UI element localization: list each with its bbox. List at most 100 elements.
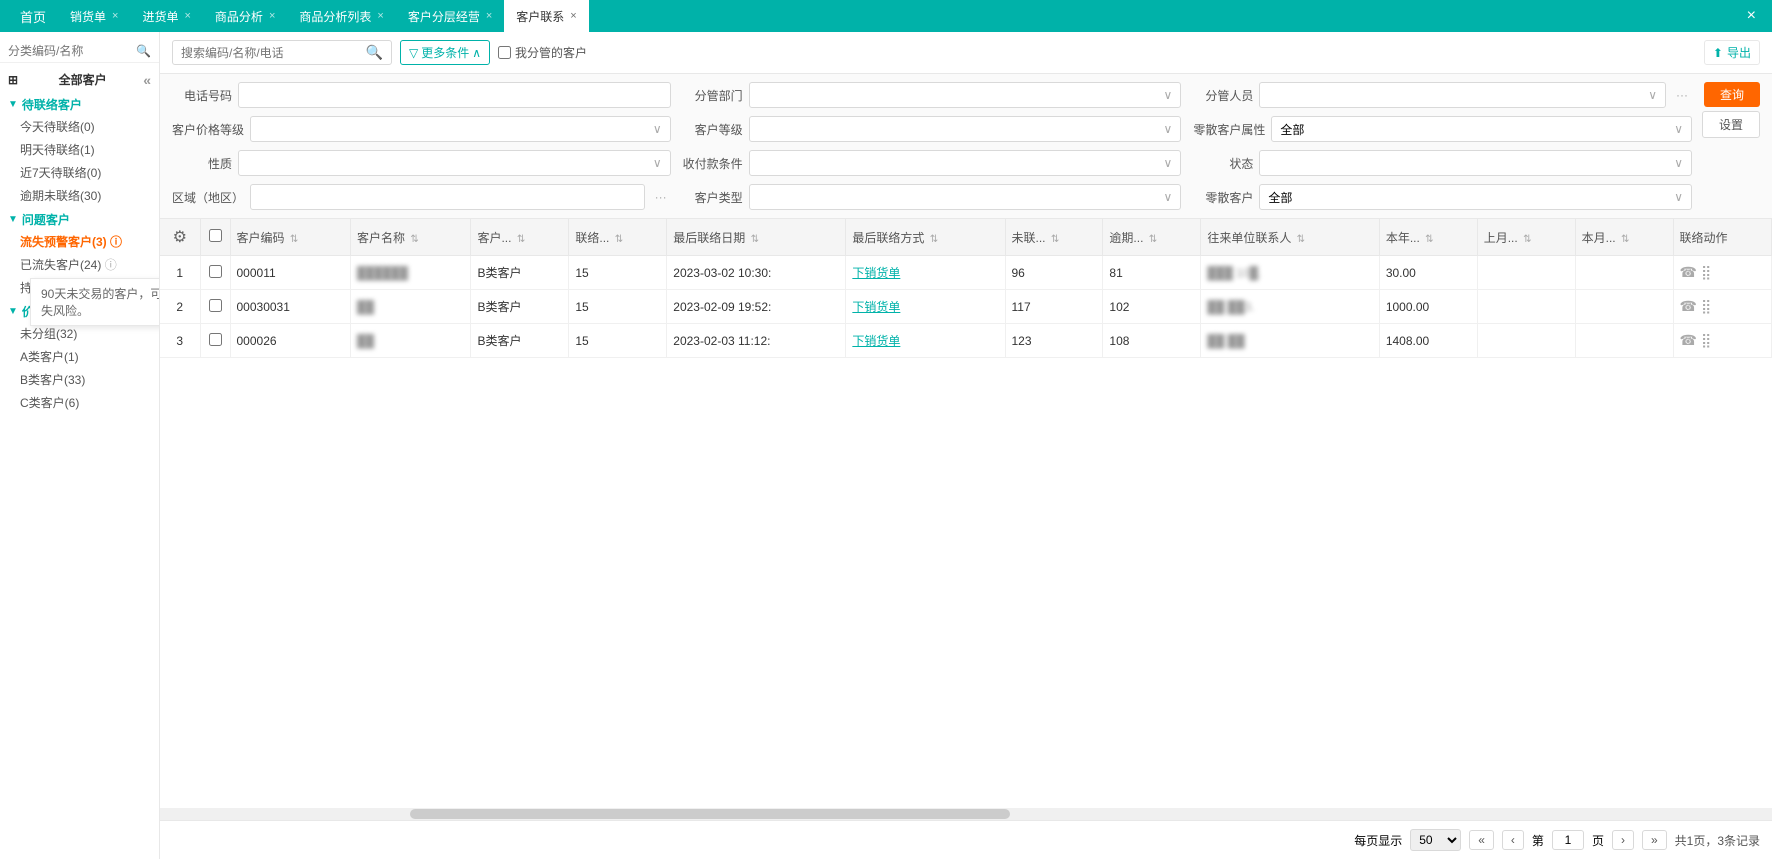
sidebar-all-customers[interactable]: ⊞ 全部客户 «	[0, 67, 159, 92]
sidebar-search-input[interactable]	[8, 44, 136, 58]
filter-nature: 性质 ∨	[172, 150, 671, 176]
close-tab-客户联系[interactable]: ×	[570, 10, 576, 22]
sort-icon-last-method[interactable]: ⇅	[930, 234, 938, 245]
filter-dots-region[interactable]: ···	[651, 190, 671, 204]
sort-icon-contact[interactable]: ⇅	[615, 234, 623, 245]
sort-icon-code[interactable]: ⇅	[290, 234, 298, 245]
filter-panel: 电话号码 分管部门 ∨ 分管人员	[160, 74, 1772, 219]
table-container: ⚙ 客户编码 ⇅ 客户名称 ⇅	[160, 219, 1772, 808]
filter-row-4: 区域（地区） ··· 客户类型 ∨ 零散客户	[172, 184, 1692, 210]
last-method-link[interactable]: 下销货单	[852, 266, 900, 280]
close-tab-销货单[interactable]: ×	[112, 10, 118, 22]
nav-tab-销货单[interactable]: 销货单 ×	[58, 0, 130, 32]
filter-select-nature[interactable]: ∨	[238, 150, 671, 176]
nav-tab-进货单[interactable]: 进货单 ×	[130, 0, 202, 32]
sort-icon-last-date[interactable]: ⇅	[751, 234, 759, 245]
close-tab-客户分层经营[interactable]: ×	[486, 10, 492, 22]
more-action-icon[interactable]: ⣿	[1701, 264, 1711, 281]
sidebar-item-B类客户[interactable]: B类客户(33)	[0, 368, 159, 391]
more-action-icon[interactable]: ⣿	[1701, 332, 1711, 349]
filter-select-price-level[interactable]: ∨	[250, 116, 671, 142]
page-size-select[interactable]: 50 20 100	[1410, 829, 1461, 851]
main-content: 🔍 ▽ 更多条件 ∧ 我分管的客户 ⬆ 导出	[160, 32, 1772, 859]
more-action-icon[interactable]: ⣿	[1701, 298, 1711, 315]
filter-select-retail-attr[interactable]: 全部 ∨	[1271, 116, 1692, 142]
select-all-checkbox[interactable]	[209, 229, 222, 242]
chevron-down-icon-5: ∨	[1674, 122, 1683, 136]
nav-tab-商品分析[interactable]: 商品分析 ×	[203, 0, 287, 32]
filter-select-customer-type[interactable]: ∨	[749, 184, 1182, 210]
main-layout: 🔍 ⊞ 全部客户 « ▼ 待联络客户 今天待联络(0) 明天待联络(1) 近7天…	[0, 32, 1772, 859]
sidebar-section-待联络客户[interactable]: ▼ 待联络客户	[0, 92, 159, 115]
my-customers-checkbox-wrap[interactable]: 我分管的客户	[498, 44, 587, 61]
nav-tab-客户联系[interactable]: 客户联系 ×	[504, 0, 588, 32]
filter-select-person[interactable]: ∨	[1259, 82, 1666, 108]
sidebar-search-icon[interactable]: 🔍	[136, 44, 151, 58]
close-tab-进货单[interactable]: ×	[184, 10, 190, 22]
row-last-method: 下销货单	[846, 290, 1005, 324]
filter-select-dept[interactable]: ∨	[749, 82, 1182, 108]
my-customers-checkbox[interactable]	[498, 46, 511, 59]
sidebar-item-逾期未联络[interactable]: 逾期未联络(30)	[0, 184, 159, 207]
nav-tab-商品分析列表[interactable]: 商品分析列表 ×	[287, 0, 395, 32]
sort-icon-current-month[interactable]: ⇅	[1621, 234, 1629, 245]
query-button[interactable]: 查询	[1704, 82, 1760, 107]
row-overdue: 102	[1103, 290, 1201, 324]
export-button[interactable]: ⬆ 导出	[1704, 40, 1760, 65]
row-code: 000026	[230, 324, 350, 358]
sidebar-item-近7天待联络[interactable]: 近7天待联络(0)	[0, 161, 159, 184]
table-settings-icon[interactable]: ⚙	[173, 229, 187, 246]
sidebar-item-今天待联络[interactable]: 今天待联络(0)	[0, 115, 159, 138]
sidebar-item-已流失客户[interactable]: 已流失客户(24) ⓘ	[0, 253, 159, 276]
last-method-link[interactable]: 下销货单	[852, 300, 900, 314]
sort-icon-last-month[interactable]: ⇅	[1523, 234, 1531, 245]
sidebar-item-明天待联络[interactable]: 明天待联络(1)	[0, 138, 159, 161]
horizontal-scrollbar[interactable]	[160, 808, 1772, 820]
sort-icon-not-contacted[interactable]: ⇅	[1051, 234, 1059, 245]
row-checkbox[interactable]	[209, 265, 222, 278]
row-current-month	[1575, 256, 1673, 290]
filter-select-status[interactable]: ∨	[1259, 150, 1692, 176]
sidebar-item-流失预警客户[interactable]: 流失预警客户(3) ⓘ	[0, 230, 159, 253]
sort-icon-overdue[interactable]: ⇅	[1149, 234, 1157, 245]
sort-icon-current-year[interactable]: ⇅	[1425, 234, 1433, 245]
scrollbar-thumb[interactable]	[410, 809, 1010, 819]
nav-home[interactable]: 首页	[8, 0, 58, 32]
last-method-link[interactable]: 下销货单	[852, 334, 900, 348]
search-submit-icon[interactable]: 🔍	[366, 44, 383, 61]
row-code: 000011	[230, 256, 350, 290]
filter-select-customer-level[interactable]: ∨	[749, 116, 1182, 142]
sidebar-section-问题客户[interactable]: ▼ 问题客户	[0, 207, 159, 230]
close-tab-商品分析[interactable]: ×	[269, 10, 275, 22]
contact-action-icon[interactable]: ☎	[1680, 264, 1697, 281]
contact-action-icon[interactable]: ☎	[1680, 332, 1697, 349]
sidebar-collapse-btn[interactable]: «	[143, 72, 151, 88]
nav-tab-客户分层经营[interactable]: 客户分层经营 ×	[396, 0, 504, 32]
search-input[interactable]	[181, 46, 366, 60]
last-page-button[interactable]: »	[1642, 830, 1667, 850]
top-nav-right: ×	[1739, 7, 1764, 25]
row-checkbox[interactable]	[209, 333, 222, 346]
filter-select-retail-customer[interactable]: 全部 ∨	[1259, 184, 1692, 210]
filter-input-phone[interactable]	[238, 82, 671, 108]
sort-icon-name[interactable]: ⇅	[410, 234, 418, 245]
first-page-button[interactable]: «	[1469, 830, 1494, 850]
filter-settings-button[interactable]: 设置	[1702, 111, 1760, 138]
filter-input-region[interactable]	[250, 184, 645, 210]
close-tab-商品分析列表[interactable]: ×	[377, 10, 383, 22]
sort-icon-contact-person[interactable]: ⇅	[1297, 234, 1305, 245]
prev-page-button[interactable]: ‹	[1502, 830, 1524, 850]
window-close-button[interactable]: ×	[1739, 7, 1764, 25]
table-row: 3 000026 ██ B类客户 15 2023-02-03 11:12: 下销…	[160, 324, 1772, 358]
page-input[interactable]	[1552, 830, 1584, 850]
sort-icon-type[interactable]: ⇅	[517, 234, 525, 245]
row-checkbox[interactable]	[209, 299, 222, 312]
action-icons: ☎ ⣿	[1680, 298, 1765, 315]
more-filters-button[interactable]: ▽ 更多条件 ∧	[400, 40, 490, 65]
sidebar-item-C类客户[interactable]: C类客户(6)	[0, 391, 159, 414]
filter-select-payment[interactable]: ∨	[749, 150, 1182, 176]
contact-action-icon[interactable]: ☎	[1680, 298, 1697, 315]
filter-dots-person[interactable]: ···	[1672, 88, 1692, 102]
sidebar-item-A类客户[interactable]: A类客户(1)	[0, 345, 159, 368]
next-page-button[interactable]: ›	[1612, 830, 1634, 850]
